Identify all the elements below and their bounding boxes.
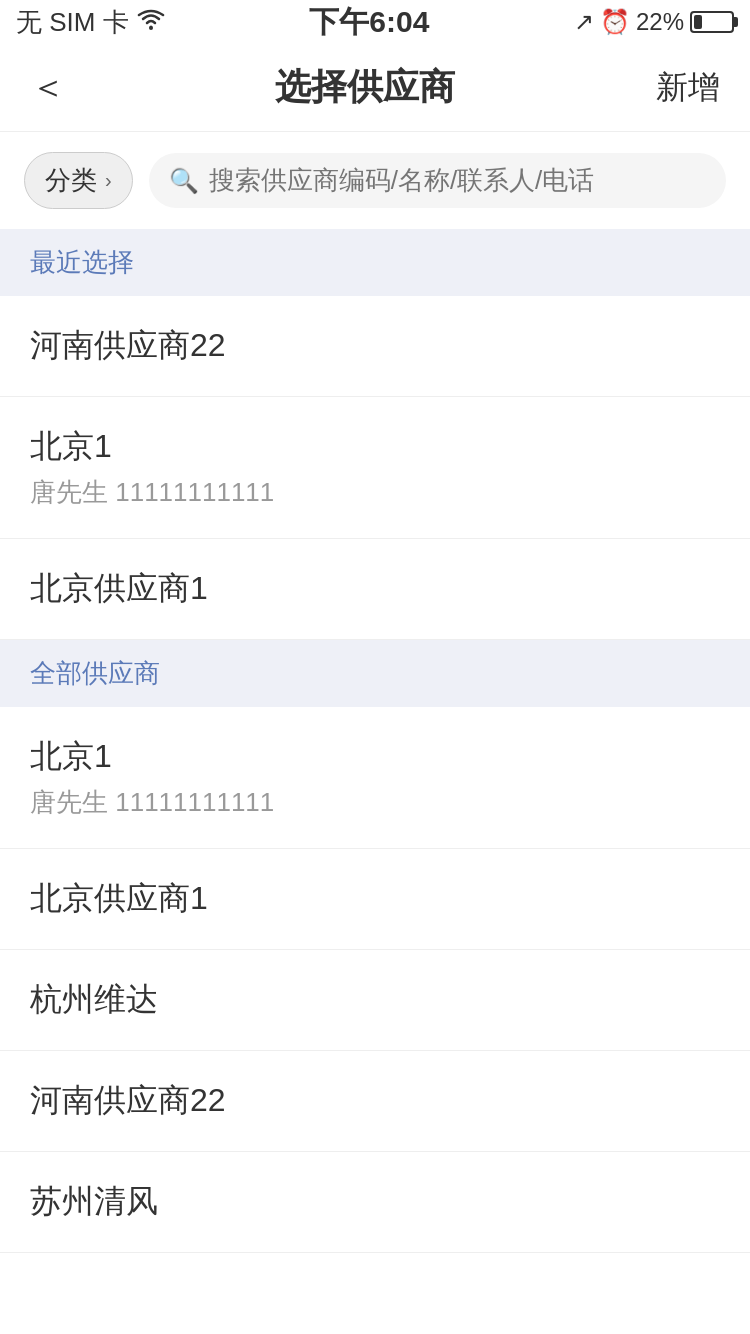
all-section-header: 全部供应商 (0, 640, 750, 707)
item-detail: 唐先生 11111111111 (30, 475, 720, 510)
nav-bar: ＜ 选择供应商 新增 (0, 44, 750, 132)
list-item[interactable]: 河南供应商22 (0, 296, 750, 397)
chevron-right-icon: › (105, 169, 112, 192)
list-item[interactable]: 北京1 唐先生 11111111111 (0, 707, 750, 849)
search-input[interactable] (209, 165, 706, 196)
list-item[interactable]: 河南供应商22 (0, 1051, 750, 1152)
back-button[interactable]: ＜ (30, 63, 90, 112)
location-icon: ↗ (574, 8, 594, 36)
all-section-label: 全部供应商 (30, 658, 160, 688)
battery-icon (690, 11, 734, 33)
alarm-icon: ⏰ (600, 8, 630, 36)
item-name: 北京1 (30, 735, 720, 779)
search-box[interactable]: 🔍 (149, 153, 726, 208)
battery-percent: 22% (636, 8, 684, 36)
status-bar: 无 SIM 卡 下午6:04 ↗ ⏰ 22% (0, 0, 750, 44)
item-name: 北京供应商1 (30, 567, 720, 611)
no-sim-text: 无 SIM 卡 (16, 5, 129, 40)
category-label: 分类 (45, 163, 97, 198)
search-icon: 🔍 (169, 167, 199, 195)
filter-bar: 分类 › 🔍 (0, 132, 750, 229)
status-left: 无 SIM 卡 (16, 5, 165, 40)
list-item[interactable]: 北京供应商1 (0, 849, 750, 950)
status-right: ↗ ⏰ 22% (574, 8, 734, 36)
status-time: 下午6:04 (309, 2, 429, 43)
add-button[interactable]: 新增 (640, 66, 720, 110)
list-item[interactable]: 北京供应商1 (0, 539, 750, 640)
item-name: 北京供应商1 (30, 877, 720, 921)
item-detail: 唐先生 11111111111 (30, 785, 720, 820)
list-item[interactable]: 苏州清风 (0, 1152, 750, 1253)
item-name: 杭州维达 (30, 978, 720, 1022)
category-button[interactable]: 分类 › (24, 152, 133, 209)
wifi-icon (137, 7, 165, 38)
recent-section-header: 最近选择 (0, 229, 750, 296)
recent-section-label: 最近选择 (30, 247, 134, 277)
recent-list: 河南供应商22 北京1 唐先生 11111111111 北京供应商1 (0, 296, 750, 640)
list-item[interactable]: 杭州维达 (0, 950, 750, 1051)
item-name: 北京1 (30, 425, 720, 469)
item-name: 苏州清风 (30, 1180, 720, 1224)
list-item[interactable]: 北京1 唐先生 11111111111 (0, 397, 750, 539)
item-name: 河南供应商22 (30, 1079, 720, 1123)
item-name: 河南供应商22 (30, 324, 720, 368)
page-title: 选择供应商 (275, 63, 455, 112)
svg-point-0 (149, 26, 153, 30)
all-list: 北京1 唐先生 11111111111 北京供应商1 杭州维达河南供应商22 苏州清风 (0, 707, 750, 1253)
